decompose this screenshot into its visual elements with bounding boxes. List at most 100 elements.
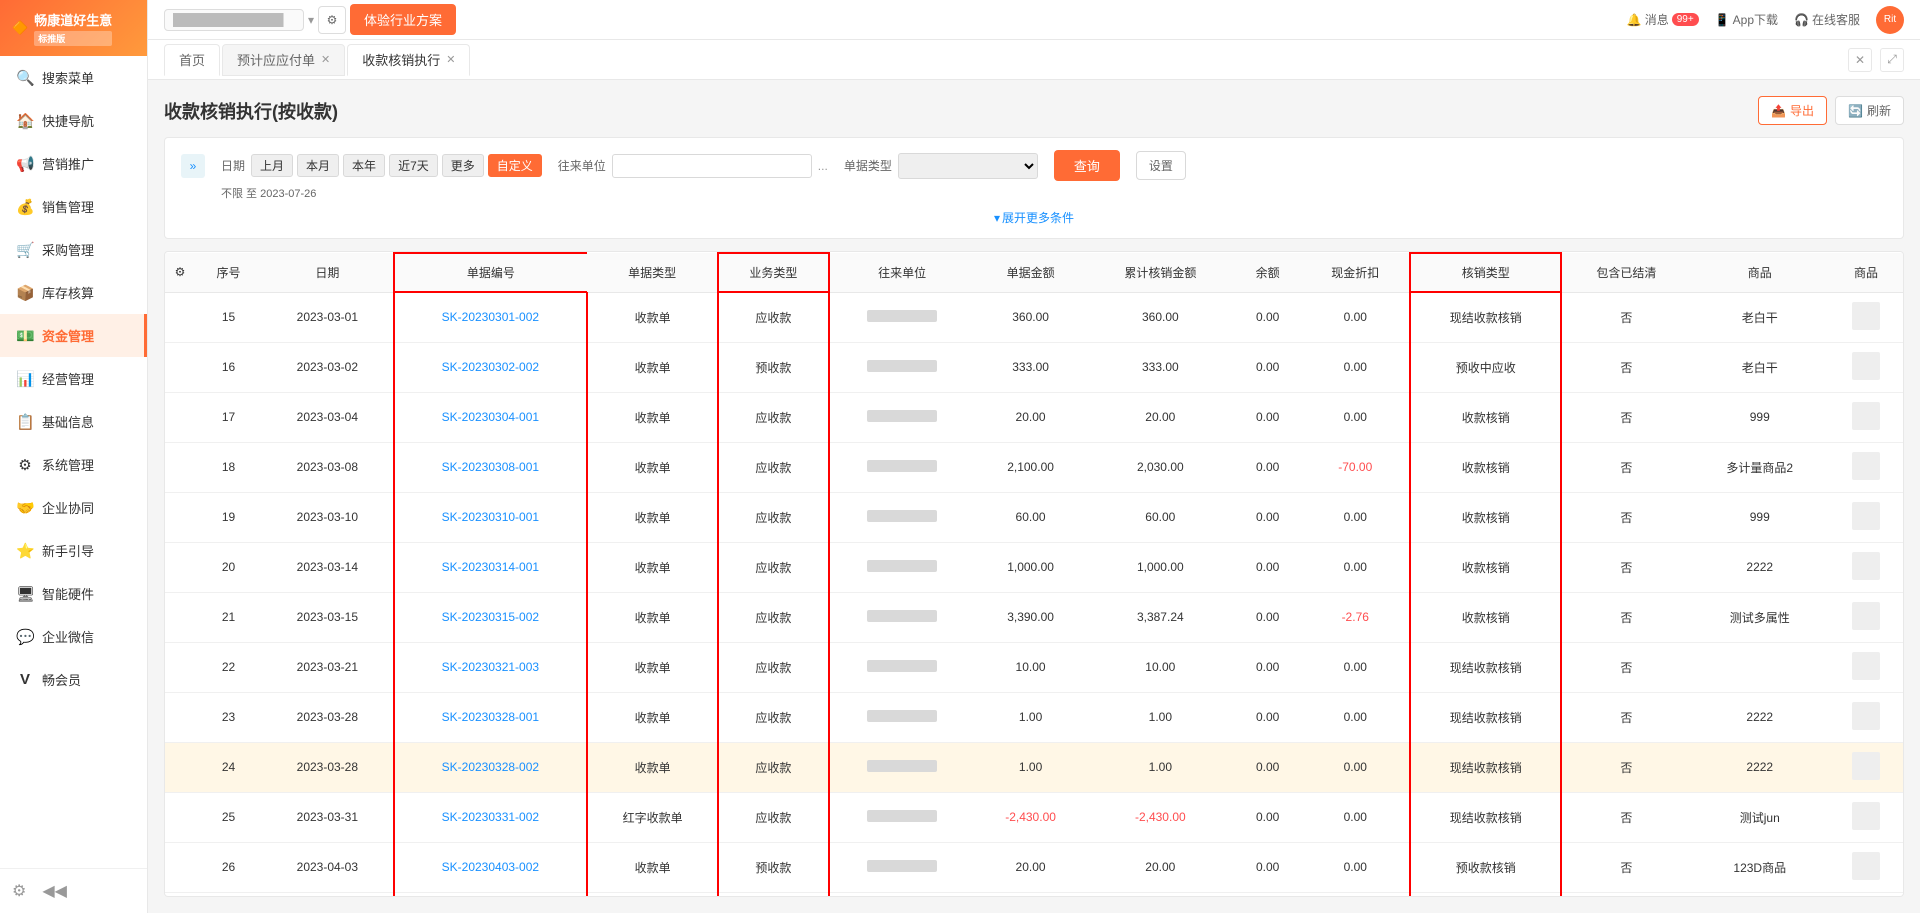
td-party [829,342,975,392]
doc-no-link[interactable]: SK-20230328-002 [442,760,539,774]
notification-count: 99+ [1672,13,1699,26]
doc-no-link[interactable]: SK-20230314-001 [442,560,539,574]
sidebar-item-finance[interactable]: 💵 资金管理 [0,314,147,357]
sidebar-item-operations[interactable]: 📊 经营管理 [0,357,147,400]
td-settings [165,842,195,892]
sidebar-item-system[interactable]: ⚙ 系统管理 [0,443,147,486]
search-icon: 🔍 [16,69,34,87]
td-doc-no: SK-20230301-002 [394,292,588,342]
doc-type-select[interactable] [898,153,1038,179]
sidebar-item-inventory[interactable]: 📦 库存核算 [0,271,147,314]
sidebar-item-marketing[interactable]: 📢 营销推广 [0,142,147,185]
td-writeoff-amount: 1.00 [1087,742,1235,792]
td-date: 2023-03-31 [262,792,393,842]
td-seq: 26 [195,842,262,892]
td-doc-type: 收款单 [587,342,718,392]
th-writeoff-type: 核销类型 [1410,253,1561,292]
settings-bottom-icon[interactable]: ⚙ [12,881,26,901]
doc-no-link[interactable]: SK-20230304-001 [442,410,539,424]
last-7-days-btn[interactable]: 近7天 [389,154,438,177]
sidebar-item-quick-nav[interactable]: 🏠 快捷导航 [0,99,147,142]
doc-no-link[interactable]: SK-20230331-002 [442,810,539,824]
doc-no-link[interactable]: SK-20230321-003 [442,660,539,674]
filter-settings-button[interactable]: 设置 [1136,151,1186,180]
td-doc-no: SK-20230403-002 [394,842,588,892]
expand-conditions-btn[interactable]: ▾ 展开更多条件 [994,209,1074,226]
more-date-btn[interactable]: 更多 [442,154,484,177]
gear-button[interactable]: ⚙ [318,6,346,34]
td-writeoff-type: 现结收款核销 [1410,692,1561,742]
tab-prepay-close-icon[interactable]: ✕ [321,53,330,66]
this-month-btn[interactable]: 本月 [297,154,339,177]
td-settings [165,592,195,642]
industry-solution-button[interactable]: 体验行业方案 [350,4,456,35]
query-button[interactable]: 查询 [1054,150,1120,181]
last-month-btn[interactable]: 上月 [251,154,293,177]
notification-area[interactable]: 🔔 消息 99+ [1627,11,1699,28]
tab-close-btn[interactable]: ✕ [1848,48,1872,72]
custom-date-btn[interactable]: 自定义 [488,154,542,177]
app-download-area[interactable]: 📱 App下载 [1715,11,1778,28]
breadcrumb-arrow-icon: ▾ [308,13,314,27]
sales-icon: 💰 [16,198,34,216]
doc-no-link[interactable]: SK-20230301-002 [442,310,539,324]
th-goods: 商品 [1690,253,1829,292]
td-include-settled: 否 [1561,842,1690,892]
sidebar-item-hardware[interactable]: 🖥 智能硬件 [0,572,147,615]
th-settings[interactable]: ⚙ [165,253,195,292]
doc-no-link[interactable]: SK-20230315-002 [442,610,539,624]
this-year-btn[interactable]: 本年 [343,154,385,177]
td-party [829,392,975,442]
th-writeoff-amount: 累计核销金额 [1087,253,1235,292]
doc-no-link[interactable]: SK-20230310-001 [442,510,539,524]
tab-maximize-btn[interactable]: ⤢ [1880,48,1904,72]
doc-no-link[interactable]: SK-20230328-001 [442,710,539,724]
tab-prepay[interactable]: 预计应应付单 ✕ [222,44,345,76]
sidebar-item-guide[interactable]: ⭐ 新手引导 [0,529,147,572]
sidebar-item-member[interactable]: V 畅会员 [0,658,147,701]
sidebar-label-operations: 经营管理 [42,369,94,388]
doc-no-link[interactable]: SK-20230302-002 [442,360,539,374]
sidebar-label-search: 搜索菜单 [42,68,94,87]
td-balance: 0.00 [1234,542,1301,592]
tab-collection-close-icon[interactable]: ✕ [446,53,455,66]
sidebar-item-wechat[interactable]: 💬 企业微信 [0,615,147,658]
td-doc-type: 收款单 [587,692,718,742]
td-date: 2023-04-08 [262,892,393,897]
export-button[interactable]: 📤 导出 [1758,96,1827,125]
sidebar-item-search[interactable]: 🔍 搜索菜单 [0,56,147,99]
td-settings [165,692,195,742]
headset-icon: 🎧 [1794,13,1809,27]
refresh-button[interactable]: 🔄 刷新 [1835,96,1904,125]
tab-collection[interactable]: 收款核销执行 ✕ [347,44,470,76]
user-avatar[interactable]: Rit [1876,6,1904,34]
td-doc-no: SK-20230308-001 [394,442,588,492]
doc-no-link[interactable]: SK-20230403-002 [442,860,539,874]
td-cash-discount: 0.00 [1301,492,1410,542]
td-goods: 老白干 [1690,342,1829,392]
td-biz-type: 应收款 [718,642,829,692]
tab-collection-label: 收款核销执行 [362,50,440,69]
sidebar-item-sales[interactable]: 💰 销售管理 [0,185,147,228]
td-date: 2023-03-04 [262,392,393,442]
table-row: 20 2023-03-14 SK-20230314-001 收款单 应收款 1,… [165,542,1903,592]
td-goods-img [1829,792,1903,842]
sidebar-item-purchase[interactable]: 🛒 采购管理 [0,228,147,271]
td-goods: 2222 [1690,692,1829,742]
party-input[interactable] [612,154,812,178]
breadcrumb-input[interactable] [164,9,304,31]
sidebar-item-basic-info[interactable]: 📋 基础信息 [0,400,147,443]
tab-home[interactable]: 首页 [164,44,220,76]
td-amount: 20.00 [975,392,1087,442]
doc-no-link[interactable]: SK-20230308-001 [442,460,539,474]
td-balance: 0.00 [1234,342,1301,392]
collapse-icon[interactable]: ◀◀ [42,881,67,901]
filter-expand-button[interactable]: » [181,154,205,178]
sidebar-item-collab[interactable]: 🤝 企业协同 [0,486,147,529]
td-doc-type: 红字收款单 [587,792,718,842]
td-writeoff-amount: 1.00 [1087,692,1235,742]
td-include-settled: 否 [1561,592,1690,642]
online-service-area[interactable]: 🎧 在线客服 [1794,11,1860,28]
app-name: 畅康道好生意 [34,10,112,29]
purchase-icon: 🛒 [16,241,34,259]
